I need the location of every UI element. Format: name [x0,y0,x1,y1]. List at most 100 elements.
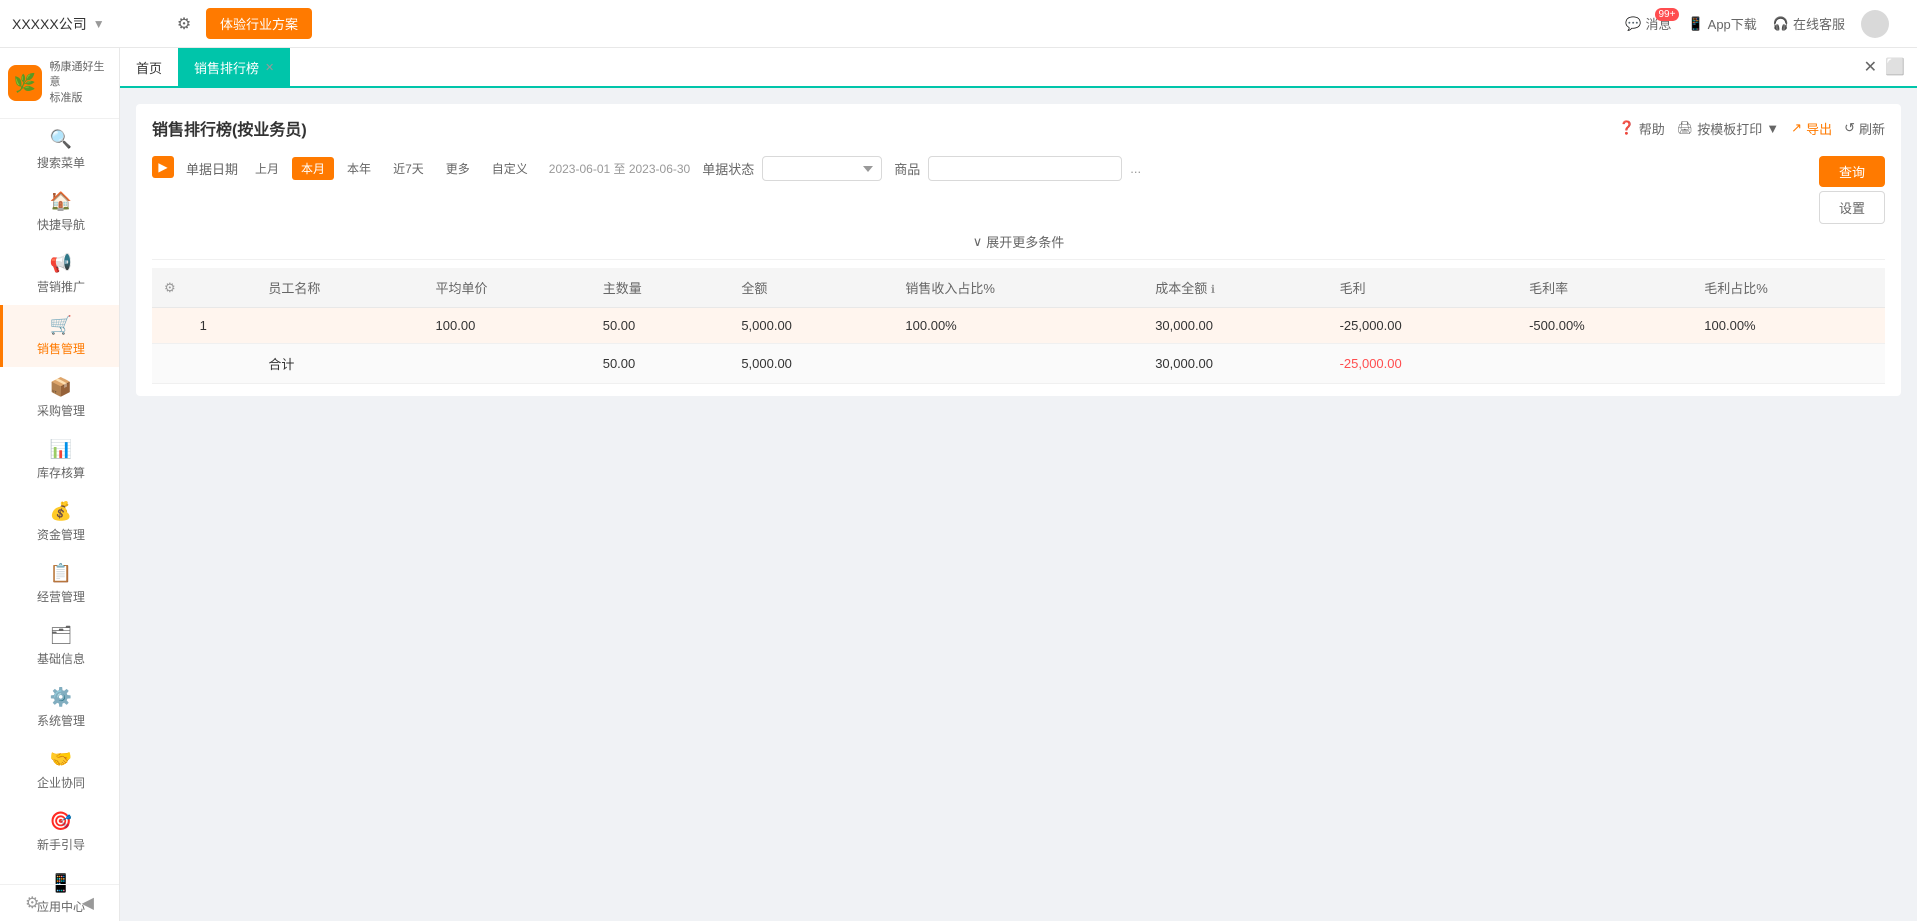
tab-bar-right-actions: ✕ ⬜ [1864,57,1917,77]
sidebar-item-basic[interactable]: 🗂 基础信息 [0,615,119,677]
tab-home-label: 首页 [136,58,162,77]
export-button[interactable]: ↗ 导出 [1791,119,1832,138]
tfoot-cost: 30,000.00 [1143,344,1327,384]
date-btn-last-month[interactable]: 上月 [246,157,288,180]
page-title: 销售排行榜(按业务员) [152,116,307,140]
expand-filter-arrow[interactable]: ▶ [152,156,174,178]
tfoot-gross: -25,000.00 [1328,344,1518,384]
sidebar-bottom-settings-button[interactable]: ⚙ [25,893,39,913]
date-filter-label: 单据日期 [186,159,238,178]
td-sales-pct: 100.00% [893,308,1143,344]
tab-sales-ranking[interactable]: 销售排行榜 ✕ [178,48,290,88]
app-download-button[interactable]: 📱 App下载 [1687,14,1756,33]
inventory-icon: 📊 [50,439,72,460]
sidebar-label-operations: 经营管理 [37,588,85,605]
td-cost: 30,000.00 [1143,308,1327,344]
marketing-icon: 📢 [50,253,72,274]
date-btn-custom[interactable]: 自定义 [483,157,537,180]
logo-icon: 🌿 [8,65,42,101]
sidebar-item-search[interactable]: 🔍 搜索菜单 [0,119,119,181]
trial-button[interactable]: 体验行业方案 [206,8,312,39]
tfoot-gross-rate [1517,344,1692,384]
th-gross-rate: 毛利率 [1517,268,1692,308]
goods-input[interactable] [928,156,1122,181]
sidebar-bottom: ⚙ ◀ [0,884,119,921]
goods-more-icon[interactable]: ... [1130,161,1141,176]
tab-home[interactable]: 首页 [120,48,178,88]
th-rank [188,268,257,308]
tfoot-qty: 50.00 [591,344,730,384]
phone-icon: 📱 [1687,16,1703,32]
help-icon: ❓ [1619,120,1635,136]
tfoot-amount: 5,000.00 [729,344,893,384]
online-service-button[interactable]: 🎧 在线客服 [1773,14,1845,33]
tfoot-settings [152,344,188,384]
th-gross-pct: 毛利占比% [1692,268,1885,308]
sidebar-item-enterprise[interactable]: 🤝 企业协同 [0,739,119,801]
expand-conditions-button[interactable]: ∨ 展开更多条件 [152,224,1885,260]
finance-icon: 💰 [50,501,72,522]
cost-info-icon[interactable]: ℹ [1211,284,1215,296]
th-settings[interactable]: ⚙ [152,268,188,308]
settings-button[interactable]: 设置 [1819,191,1885,224]
sidebar-item-purchase[interactable]: 📦 采购管理 [0,367,119,429]
td-gross-pct: 100.00% [1692,308,1885,344]
data-table: ⚙ 员工名称 平均单价 主数量 全额 销售收入占比% 成本全额 ℹ 毛利 [152,268,1885,384]
page-content: 销售排行榜(按业务员) ❓ 帮助 🖨 按模板打印 ▼ ↗ 导出 [120,88,1917,921]
status-select[interactable] [762,156,882,181]
sidebar-label-sales: 销售管理 [37,340,85,357]
sidebar-item-guide[interactable]: 🎯 新手引导 [0,801,119,863]
sidebar-item-operations[interactable]: 📋 经营管理 [0,553,119,615]
filter-main: 单据日期 上月 本月 本年 近7天 更多 自定义 2023-06-01 至 20… [186,156,1807,181]
th-employee-name: 员工名称 [256,268,423,308]
date-btn-more[interactable]: 更多 [437,157,479,180]
date-btn-this-month[interactable]: 本月 [292,157,334,180]
basic-icon: 🗂 [50,625,73,646]
sidebar-label-shortcut: 快捷导航 [37,216,85,233]
window-maximize-icon[interactable]: ⬜ [1885,57,1905,77]
company-dropdown-icon: ▼ [93,17,105,31]
status-filter-label: 单据状态 [702,159,754,178]
window-close-icon[interactable]: ✕ [1864,57,1877,77]
sidebar-logo: 🌿 畅康通好生意 标准版 [0,48,119,119]
table-settings-icon[interactable]: ⚙ [164,280,176,295]
tab-close-icon[interactable]: ✕ [265,61,274,74]
date-btn-7days[interactable]: 近7天 [384,157,433,180]
sidebar-item-system[interactable]: ⚙️ 系统管理 [0,677,119,739]
page-header: 销售排行榜(按业务员) ❓ 帮助 🖨 按模板打印 ▼ ↗ 导出 [152,116,1885,140]
refresh-button[interactable]: ↺ 刷新 [1844,119,1885,138]
td-employee-name [256,308,423,344]
th-amount: 全额 [729,268,893,308]
export-icon: ↗ [1791,120,1802,136]
top-bar: XXXXX公司 ▼ ⚙ 体验行业方案 💬 消息 99+ 📱 App下载 🎧 在线… [0,0,1917,48]
sidebar-item-finance[interactable]: 💰 资金管理 [0,491,119,553]
headset-icon: 🎧 [1773,16,1789,32]
sidebar-item-sales[interactable]: 🛒 销售管理 [0,305,119,367]
operations-icon: 📋 [50,563,72,584]
sidebar-label-basic: 基础信息 [37,650,85,667]
sidebar-label-guide: 新手引导 [37,836,85,853]
sales-icon: 🛒 [50,315,72,336]
sidebar-item-shortcut[interactable]: 🏠 快捷导航 [0,181,119,243]
table-footer-row: 合计 50.00 5,000.00 30,000.00 -25,000.00 [152,344,1885,384]
th-gross: 毛利 [1328,268,1518,308]
query-button[interactable]: 查询 [1819,156,1885,187]
date-btn-this-year[interactable]: 本年 [338,157,380,180]
company-selector[interactable]: XXXXX公司 ▼ [12,14,162,34]
help-button[interactable]: ❓ 帮助 [1619,119,1665,138]
tab-sales-ranking-label: 销售排行榜 [194,58,259,77]
filter-row: ▶ 单据日期 上月 本月 本年 近7天 更多 自定义 2023-06- [152,156,1885,224]
logo-text: 畅康通好生意 标准版 [50,60,111,106]
sidebar-item-marketing[interactable]: 📢 营销推广 [0,243,119,305]
filter-section: 销售排行榜(按业务员) ❓ 帮助 🖨 按模板打印 ▼ ↗ 导出 [136,104,1901,396]
th-qty: 主数量 [591,268,730,308]
settings-gear-icon[interactable]: ⚙ [170,10,198,38]
sidebar-collapse-button[interactable]: ◀ [82,893,94,913]
th-sales-pct: 销售收入占比% [893,268,1143,308]
user-avatar[interactable] [1861,10,1889,38]
td-row-settings [152,308,188,344]
message-button[interactable]: 💬 消息 99+ [1625,14,1671,33]
sidebar-item-inventory[interactable]: 📊 库存核算 [0,429,119,491]
purchase-icon: 📦 [50,377,72,398]
template-print-button[interactable]: 🖨 按模板打印 ▼ [1677,119,1779,138]
